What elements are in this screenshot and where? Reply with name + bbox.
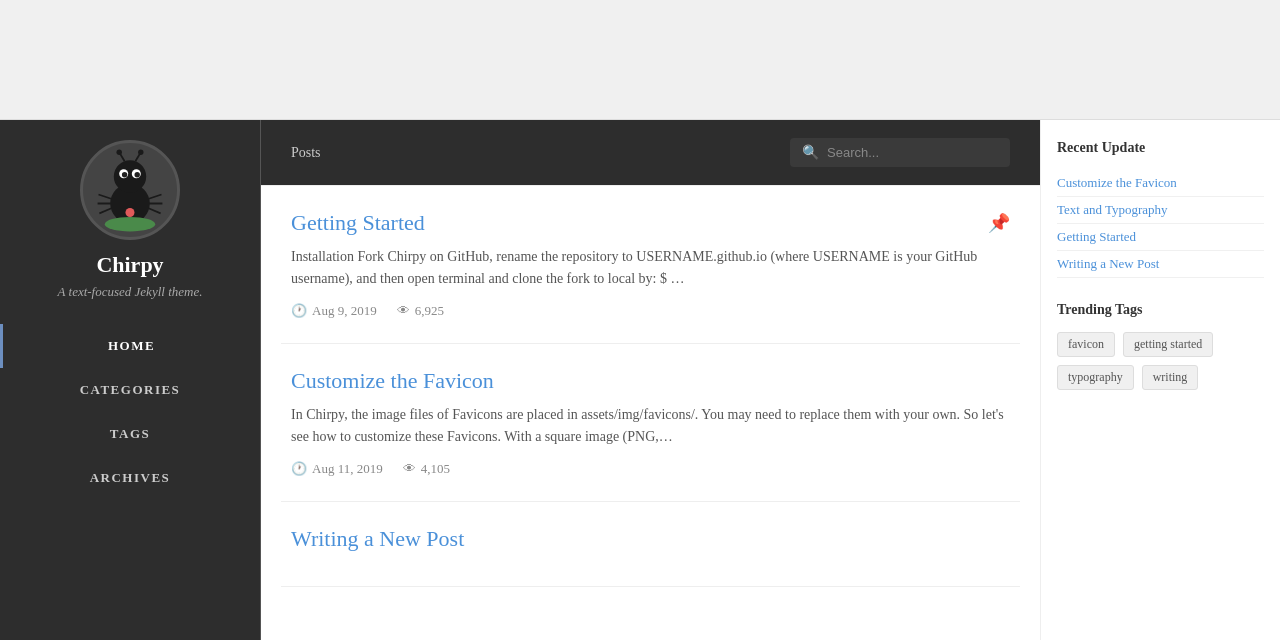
site-subtitle: A text-focused Jekyll theme. [38,284,223,300]
tag-writing[interactable]: writing [1142,365,1199,390]
svg-point-9 [138,150,143,155]
sidebar: Chirpy A text-focused Jekyll theme. HOME… [0,120,260,640]
search-bar[interactable]: 🔍 [790,138,1010,167]
list-item[interactable]: Getting Started [1057,224,1264,251]
table-row: Getting Started 📌 Installation Fork Chir… [281,186,1020,344]
table-row: Writing a New Post [281,502,1020,587]
svg-point-1 [114,160,146,192]
posts-section: Posts 🔍 Getting Started 📌 Installation F… [261,120,1040,640]
svg-line-15 [148,208,161,213]
post-title-new-post[interactable]: Writing a New Post [291,526,464,552]
search-input[interactable] [827,145,998,160]
table-row: Customize the Favicon In Chirpy, the ima… [281,344,1020,502]
tag-favicon[interactable]: favicon [1057,332,1115,357]
trending-tags-title: Trending Tags [1057,302,1264,318]
post-meta: 🕐 Aug 11, 2019 👁 4,105 [291,461,1010,477]
svg-line-10 [99,195,113,200]
tags-container: favicon getting started typography writi… [1057,332,1264,390]
post-views: 👁 6,925 [397,303,444,319]
post-date: 🕐 Aug 11, 2019 [291,461,383,477]
nav-categories[interactable]: CATEGORIES [0,368,260,412]
list-item[interactable]: Writing a New Post [1057,251,1264,278]
posts-header: Posts 🔍 [261,120,1040,186]
avatar [80,140,180,240]
post-date: 🕐 Aug 9, 2019 [291,303,377,319]
nav-home[interactable]: HOME [0,324,260,368]
post-title-favicon[interactable]: Customize the Favicon [291,368,494,394]
svg-line-13 [148,195,162,200]
svg-line-12 [99,208,112,213]
recent-update-title: Recent Update [1057,140,1264,156]
post-meta: 🕐 Aug 9, 2019 👁 6,925 [291,303,1010,319]
nav-archives[interactable]: ARCHIVES [0,456,260,500]
calendar-icon: 🕐 [291,461,307,477]
search-icon: 🔍 [802,144,819,161]
eye-icon: 👁 [397,303,410,319]
svg-point-5 [135,172,140,177]
posts-header-title: Posts [291,145,321,161]
list-item[interactable]: Customize the Favicon [1057,170,1264,197]
tag-getting-started[interactable]: getting started [1123,332,1213,357]
post-excerpt: In Chirpy, the image files of Favicons a… [291,404,1010,449]
eye-icon: 👁 [403,461,416,477]
right-sidebar: Recent Update Customize the Favicon Text… [1040,120,1280,640]
ad-bar [0,0,1280,120]
tag-typography[interactable]: typography [1057,365,1134,390]
post-title-getting-started[interactable]: Getting Started [291,210,425,236]
calendar-icon: 🕐 [291,303,307,319]
posts-list: Getting Started 📌 Installation Fork Chir… [261,186,1040,587]
post-excerpt: Installation Fork Chirpy on GitHub, rena… [291,246,1010,291]
site-title: Chirpy [96,252,163,278]
svg-point-7 [117,150,122,155]
post-views: 👁 4,105 [403,461,450,477]
pin-icon: 📌 [988,212,1010,234]
list-item[interactable]: Text and Typography [1057,197,1264,224]
recent-list: Customize the Favicon Text and Typograph… [1057,170,1264,278]
svg-point-16 [126,208,135,217]
nav-tags[interactable]: TAGS [0,412,260,456]
svg-point-4 [122,172,127,177]
svg-point-17 [105,217,155,231]
